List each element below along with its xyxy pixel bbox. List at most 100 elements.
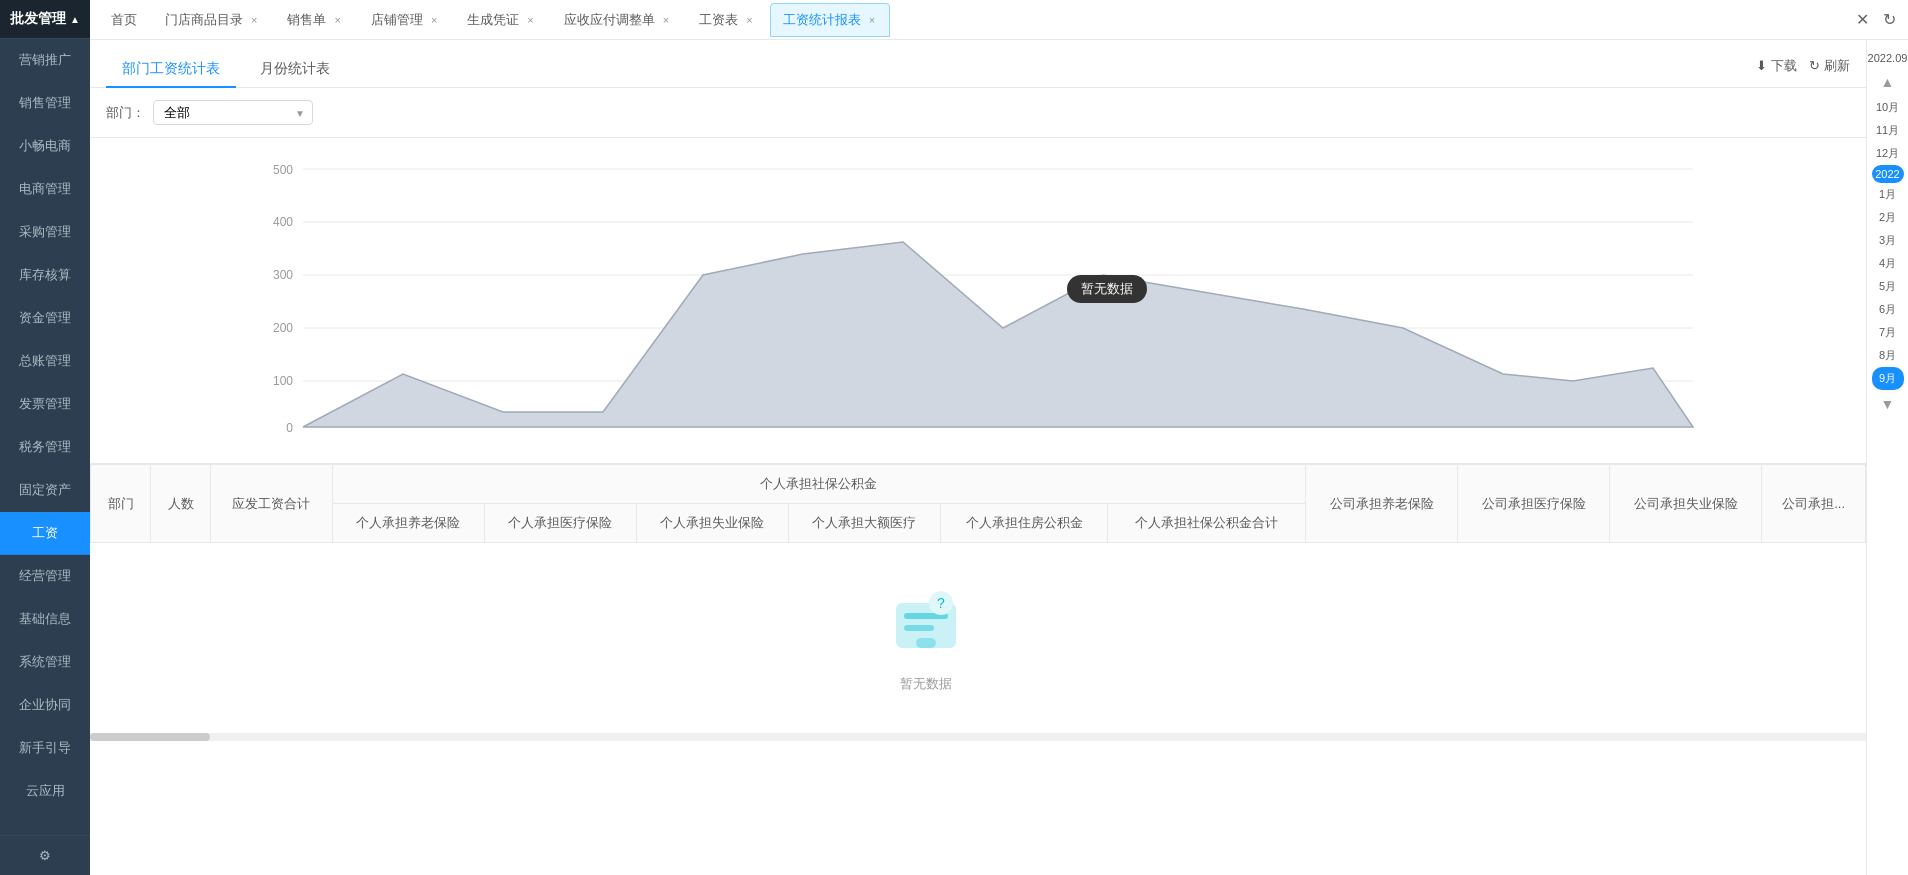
table-row: ? 暂无数据 xyxy=(91,543,1866,734)
sidebar-item-小畅电商[interactable]: 小畅电商 xyxy=(0,125,90,168)
sidebar-item-电商管理[interactable]: 电商管理 xyxy=(0,168,90,211)
timeline-current-year: 2022.09 xyxy=(1867,48,1908,68)
tab-bar-actions: ✕ ↻ xyxy=(1852,8,1900,31)
col-total-salary: 应发工资合计 xyxy=(211,465,332,543)
timeline-7月[interactable]: 7月 xyxy=(1872,321,1904,344)
sidebar-item-经营管理[interactable]: 经营管理 xyxy=(0,555,90,598)
timeline-2022[interactable]: 2022 xyxy=(1872,165,1904,183)
tab-close-icon[interactable]: × xyxy=(661,13,671,27)
sidebar-item-新手引导[interactable]: 新手引导 xyxy=(0,727,90,770)
table-scrollbar[interactable] xyxy=(90,733,1866,741)
dept-select-wrapper: 全部 xyxy=(153,100,313,125)
svg-text:300: 300 xyxy=(273,268,293,282)
sidebar-item-云应用[interactable]: 云应用 xyxy=(0,770,90,813)
sidebar-item-销售管理[interactable]: 销售管理 xyxy=(0,82,90,125)
sidebar-item-资金管理[interactable]: 资金管理 xyxy=(0,297,90,340)
sidebar-item-营销推广[interactable]: 营销推广 xyxy=(0,39,90,82)
svg-text:200: 200 xyxy=(273,321,293,335)
table-header-row: 部门 人数 应发工资合计 个人承担社保公积金 公司承担养老保险 公司承担医疗保险… xyxy=(91,465,1866,504)
tab-工资统计报表[interactable]: 工资统计报表× xyxy=(770,3,890,37)
tab-销售单[interactable]: 销售单× xyxy=(274,3,355,37)
col-personal-unemployment: 个人承担失业保险 xyxy=(636,504,788,543)
tab-close-icon[interactable]: × xyxy=(744,13,754,27)
data-table: 部门 人数 应发工资合计 个人承担社保公积金 公司承担养老保险 公司承担医疗保险… xyxy=(90,464,1866,733)
sidebar-item-基础信息[interactable]: 基础信息 xyxy=(0,598,90,641)
tab-门店商品目录[interactable]: 门店商品目录 × xyxy=(152,3,272,37)
sidebar-item-税务管理[interactable]: 税务管理 xyxy=(0,426,90,469)
sidebar-header[interactable]: 批发管理 ▲ xyxy=(0,0,90,39)
timeline-12月[interactable]: 12月 xyxy=(1872,142,1904,165)
timeline-up-nav[interactable]: ▲ xyxy=(1867,70,1908,94)
timeline-2月[interactable]: 2月 xyxy=(1872,206,1904,229)
toolbar-left: 部门： 全部 xyxy=(106,100,313,125)
timeline-6月[interactable]: 6月 xyxy=(1872,298,1904,321)
page-content: 部门工资统计表月份统计表 ⬇ 下载 ↻ 刷新 部门： xyxy=(90,40,1908,875)
sub-tab-月份统计表[interactable]: 月份统计表 xyxy=(244,52,346,88)
col-personal-total: 个人承担社保公积金合计 xyxy=(1108,504,1306,543)
settings-button[interactable]: ⚙ xyxy=(0,835,90,875)
timeline-8月[interactable]: 8月 xyxy=(1872,344,1904,367)
sub-tabs: 部门工资统计表月份统计表 ⬇ 下载 ↻ 刷新 xyxy=(90,40,1866,88)
timeline-1月[interactable]: 1月 xyxy=(1872,183,1904,206)
sidebar-item-工资[interactable]: 工资 xyxy=(0,512,90,555)
timeline-3月[interactable]: 3月 xyxy=(1872,229,1904,252)
svg-text:0: 0 xyxy=(286,421,293,435)
empty-cell: ? 暂无数据 xyxy=(91,543,1762,734)
timeline-10月[interactable]: 10月 xyxy=(1872,96,1904,119)
timeline-down-nav[interactable]: ▼ xyxy=(1867,392,1908,416)
svg-rect-18 xyxy=(916,638,936,648)
tab-close-icon[interactable]: × xyxy=(249,13,259,27)
download-button[interactable]: ⬇ 下载 xyxy=(1756,57,1797,75)
tab-label: 工资表 xyxy=(699,11,738,29)
svg-text:400: 400 xyxy=(273,215,293,229)
sidebar-item-总账管理[interactable]: 总账管理 xyxy=(0,340,90,383)
timeline-panel: 2022.09 ▲ 10月11月12月20221月2月3月4月5月6月7月8月9… xyxy=(1866,40,1908,875)
tab-首页[interactable]: 首页 xyxy=(98,3,150,37)
dept-select[interactable]: 全部 xyxy=(153,100,313,125)
sidebar-item-企业协同[interactable]: 企业协同 xyxy=(0,684,90,727)
tab-生成凭证[interactable]: 生成凭证× xyxy=(454,3,548,37)
tab-应收应付调整单[interactable]: 应收应付调整单× xyxy=(551,3,684,37)
col-dept: 部门 xyxy=(91,465,151,543)
svg-marker-12 xyxy=(303,242,1693,427)
svg-rect-15 xyxy=(904,625,934,631)
refresh-tabs-icon[interactable]: ↻ xyxy=(1879,8,1900,31)
timeline-9月[interactable]: 9月 xyxy=(1872,367,1904,390)
tab-close-icon[interactable]: × xyxy=(525,13,535,27)
empty-icon: ? xyxy=(886,583,966,663)
tab-close-icon[interactable]: × xyxy=(332,13,342,27)
sidebar-header-label: 批发管理 xyxy=(10,10,66,28)
refresh-button[interactable]: ↻ 刷新 xyxy=(1809,57,1850,75)
chart-area: 500 400 300 200 100 0 xyxy=(90,138,1866,463)
col-count: 人数 xyxy=(151,465,211,543)
inner-content: 部门工资统计表月份统计表 ⬇ 下载 ↻ 刷新 部门： xyxy=(90,40,1866,875)
dept-label: 部门： xyxy=(106,104,145,122)
tab-label: 门店商品目录 xyxy=(165,11,243,29)
download-icon: ⬇ xyxy=(1756,58,1767,73)
sidebar-item-库存核算[interactable]: 库存核算 xyxy=(0,254,90,297)
tab-close-icon[interactable]: × xyxy=(867,13,877,27)
sidebar-item-系统管理[interactable]: 系统管理 xyxy=(0,641,90,684)
main-area: 首页门店商品目录×销售单×店铺管理×生成凭证×应收应付调整单×工资表×工资统计报… xyxy=(90,0,1908,875)
tab-label: 店铺管理 xyxy=(371,11,423,29)
table-empty-text: 暂无数据 xyxy=(900,675,952,693)
timeline-11月[interactable]: 11月 xyxy=(1872,119,1904,142)
timeline-4月[interactable]: 4月 xyxy=(1872,252,1904,275)
tab-bar: 首页门店商品目录×销售单×店铺管理×生成凭证×应收应付调整单×工资表×工资统计报… xyxy=(90,0,1908,40)
refresh-icon: ↻ xyxy=(1809,58,1820,73)
sidebar-item-固定资产[interactable]: 固定资产 xyxy=(0,469,90,512)
sidebar-toggle-icon: ▲ xyxy=(70,14,80,25)
col-company-pension: 公司承担养老保险 xyxy=(1306,465,1458,543)
close-all-icon[interactable]: ✕ xyxy=(1852,8,1873,31)
refresh-label: 刷新 xyxy=(1824,57,1850,75)
col-personal-major-medical: 个人承担大额医疗 xyxy=(788,504,940,543)
col-company-other: 公司承担... xyxy=(1762,465,1866,543)
sub-tab-部门工资统计表[interactable]: 部门工资统计表 xyxy=(106,52,236,88)
tab-close-icon[interactable]: × xyxy=(429,13,439,27)
timeline-5月[interactable]: 5月 xyxy=(1872,275,1904,298)
tab-店铺管理[interactable]: 店铺管理 × xyxy=(358,3,452,37)
tab-工资表[interactable]: 工资表 × xyxy=(686,3,767,37)
sidebar-item-发票管理[interactable]: 发票管理 xyxy=(0,383,90,426)
table-area[interactable]: 部门 人数 应发工资合计 个人承担社保公积金 公司承担养老保险 公司承担医疗保险… xyxy=(90,463,1866,875)
sidebar-item-采购管理[interactable]: 采购管理 xyxy=(0,211,90,254)
